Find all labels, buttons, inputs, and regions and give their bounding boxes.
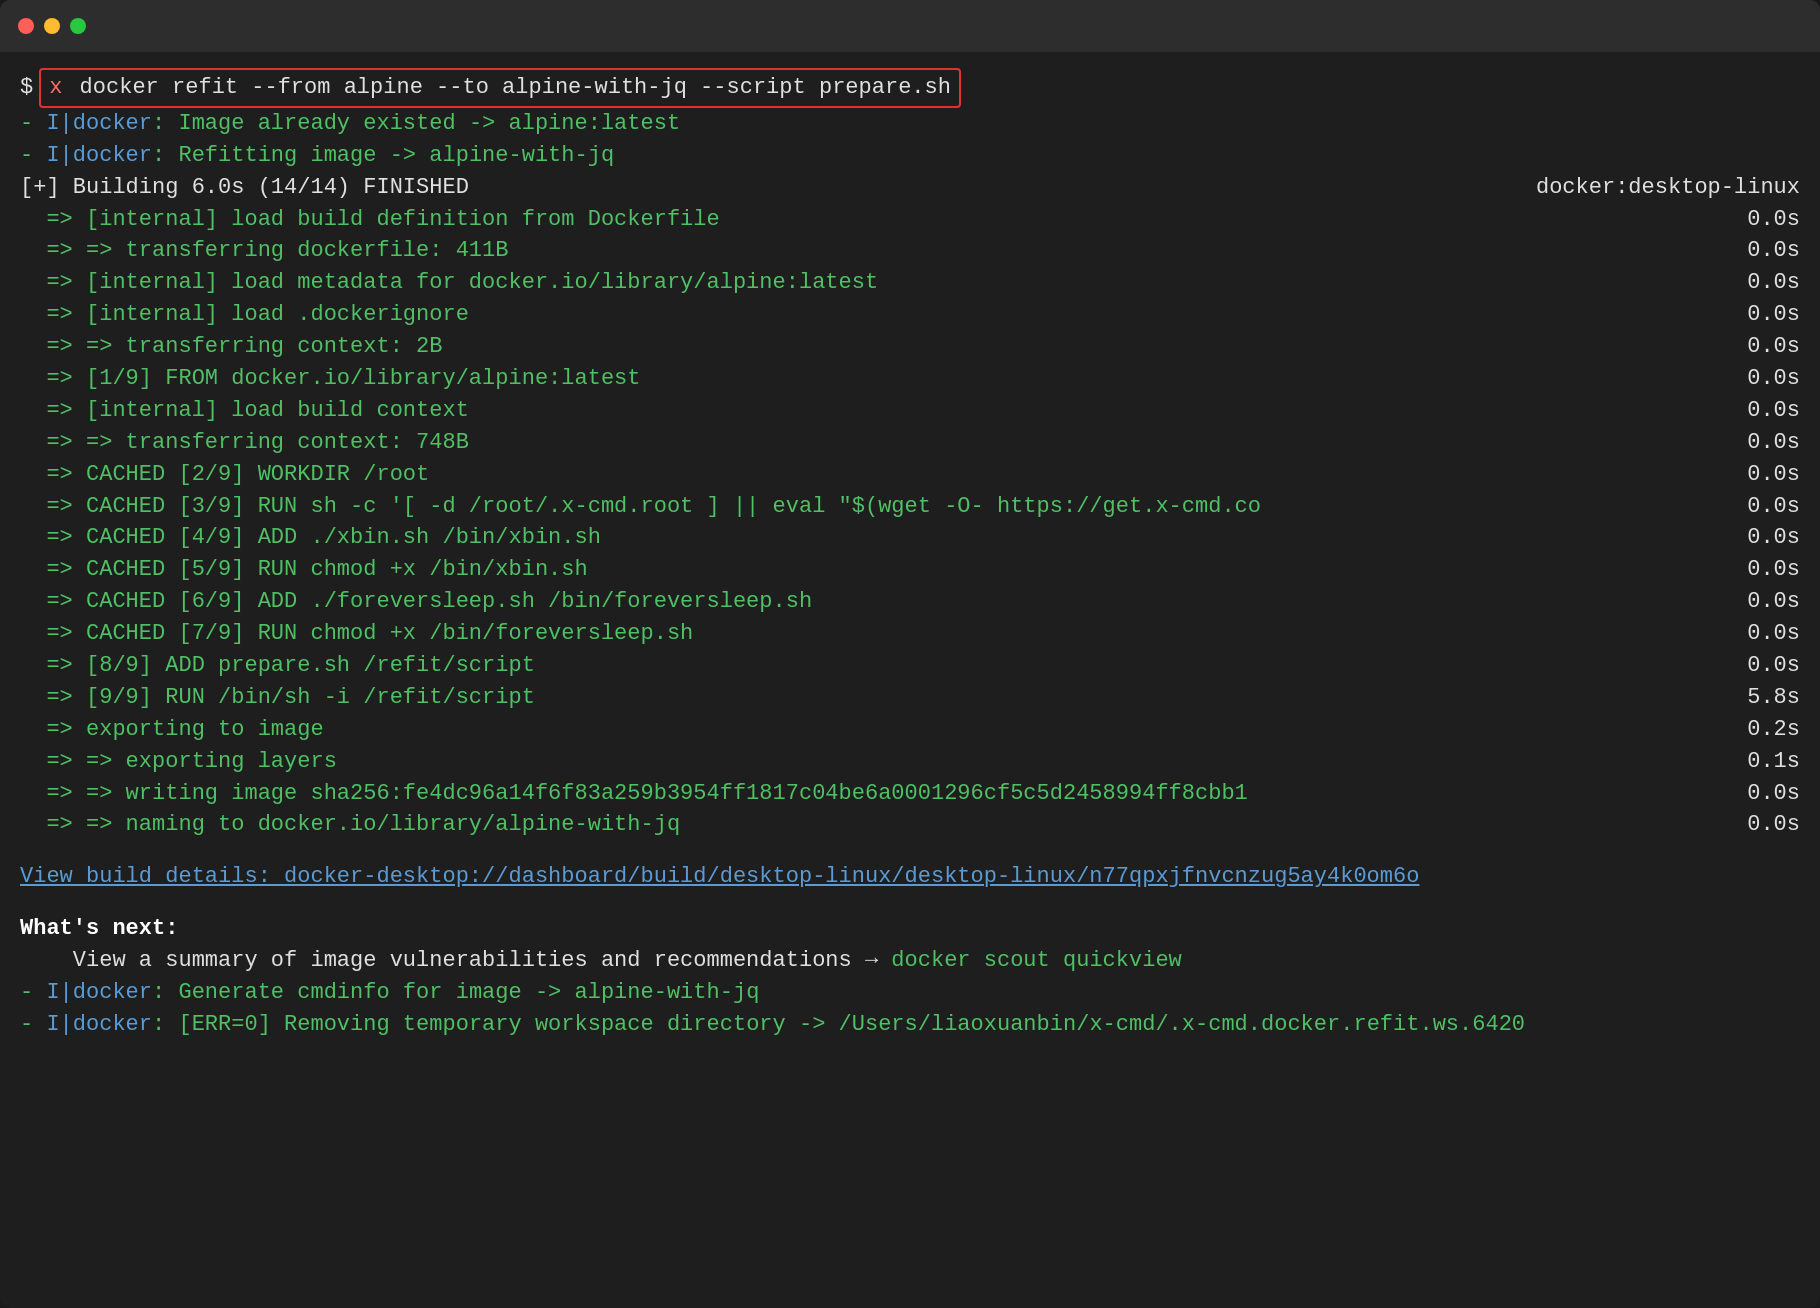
step-time-12: 0.0s <box>1720 554 1800 586</box>
step-time-2: 0.0s <box>1720 235 1800 267</box>
final-line-2: - I|docker: [ERR=0] Removing temporary w… <box>20 1009 1800 1041</box>
step-time-10: 0.0s <box>1720 491 1800 523</box>
minimize-button[interactable] <box>44 18 60 34</box>
step-line-3: => [internal] load metadata for docker.i… <box>20 267 1800 299</box>
info-text-1: - I|docker: Image already existed -> alp… <box>20 108 680 140</box>
step-text-7: => [internal] load build context <box>20 395 469 427</box>
step-time-3: 0.0s <box>1720 267 1800 299</box>
step-text-6: => [1/9] FROM docker.io/library/alpine:l… <box>20 363 641 395</box>
step-line-17: => exporting to image 0.2s <box>20 714 1800 746</box>
step-text-17: => exporting to image <box>20 714 324 746</box>
step-line-8: => => transferring context: 748B 0.0s <box>20 427 1800 459</box>
step-text-14: => CACHED [7/9] RUN chmod +x /bin/foreve… <box>20 618 693 650</box>
maximize-button[interactable] <box>70 18 86 34</box>
step-time-14: 0.0s <box>1720 618 1800 650</box>
step-text-4: => [internal] load .dockerignore <box>20 299 469 331</box>
step-line-13: => CACHED [6/9] ADD ./foreversleep.sh /b… <box>20 586 1800 618</box>
step-line-7: => [internal] load build context 0.0s <box>20 395 1800 427</box>
step-text-13: => CACHED [6/9] ADD ./foreversleep.sh /b… <box>20 586 812 618</box>
traffic-lights <box>18 18 86 34</box>
step-line-16: => [9/9] RUN /bin/sh -i /refit/script 5.… <box>20 682 1800 714</box>
step-text-10: => CACHED [3/9] RUN sh -c '[ -d /root/.x… <box>20 491 1261 523</box>
view-build-line[interactable]: View build details: docker-desktop://das… <box>20 861 1800 893</box>
building-text: [+] Building 6.0s (14/14) FINISHED <box>20 172 469 204</box>
info-text-2: - I|docker: Refitting image -> alpine-wi… <box>20 140 614 172</box>
command-box: x docker refit --from alpine --to alpine… <box>39 68 961 108</box>
step-time-11: 0.0s <box>1720 522 1800 554</box>
title-bar <box>0 0 1820 52</box>
whats-next-header: What's next: <box>20 913 1800 945</box>
step-line-11: => CACHED [4/9] ADD ./xbin.sh /bin/xbin.… <box>20 522 1800 554</box>
step-time-17: 0.2s <box>1720 714 1800 746</box>
step-text-12: => CACHED [5/9] RUN chmod +x /bin/xbin.s… <box>20 554 588 586</box>
building-platform: docker:desktop-linux <box>1536 172 1800 204</box>
step-text-18: => => exporting layers <box>20 746 337 778</box>
step-text-2: => => transferring dockerfile: 411B <box>20 235 508 267</box>
step-text-20: => => naming to docker.io/library/alpine… <box>20 809 680 841</box>
prompt-symbol: $ <box>20 72 33 104</box>
output-line-1: - I|docker: Image already existed -> alp… <box>20 108 1800 140</box>
step-text-5: => => transferring context: 2B <box>20 331 442 363</box>
whats-next-body: View a summary of image vulnerabilities … <box>20 945 1800 977</box>
building-line: [+] Building 6.0s (14/14) FINISHED docke… <box>20 172 1800 204</box>
step-text-8: => => transferring context: 748B <box>20 427 469 459</box>
final-text-1: - I|docker: Generate cmdinfo for image -… <box>20 977 759 1009</box>
step-line-4: => [internal] load .dockerignore 0.0s <box>20 299 1800 331</box>
output-line-2: - I|docker: Refitting image -> alpine-wi… <box>20 140 1800 172</box>
step-text-11: => CACHED [4/9] ADD ./xbin.sh /bin/xbin.… <box>20 522 601 554</box>
close-button[interactable] <box>18 18 34 34</box>
step-time-16: 5.8s <box>1720 682 1800 714</box>
view-build-link[interactable]: View build details: docker-desktop://das… <box>20 861 1419 893</box>
final-line-1: - I|docker: Generate cmdinfo for image -… <box>20 977 1800 1009</box>
step-time-20: 0.0s <box>1720 809 1800 841</box>
step-time-4: 0.0s <box>1720 299 1800 331</box>
step-time-6: 0.0s <box>1720 363 1800 395</box>
step-text-9: => CACHED [2/9] WORKDIR /root <box>20 459 429 491</box>
step-line-19: => => writing image sha256:fe4dc96a14f6f… <box>20 778 1800 810</box>
step-text-19: => => writing image sha256:fe4dc96a14f6f… <box>20 778 1248 810</box>
step-line-2: => => transferring dockerfile: 411B 0.0s <box>20 235 1800 267</box>
step-line-12: => CACHED [5/9] RUN chmod +x /bin/xbin.s… <box>20 554 1800 586</box>
step-text-16: => [9/9] RUN /bin/sh -i /refit/script <box>20 682 535 714</box>
step-time-15: 0.0s <box>1720 650 1800 682</box>
step-time-7: 0.0s <box>1720 395 1800 427</box>
step-time-19: 0.0s <box>1720 778 1800 810</box>
step-text-3: => [internal] load metadata for docker.i… <box>20 267 878 299</box>
step-time-18: 0.1s <box>1720 746 1800 778</box>
step-time-8: 0.0s <box>1720 427 1800 459</box>
step-time-13: 0.0s <box>1720 586 1800 618</box>
docker-scout-cmd: docker scout quickview <box>891 945 1181 977</box>
step-time-9: 0.0s <box>1720 459 1800 491</box>
step-text-1: => [internal] load build definition from… <box>20 204 720 236</box>
step-line-9: => CACHED [2/9] WORKDIR /root 0.0s <box>20 459 1800 491</box>
step-time-1: 0.0s <box>1720 204 1800 236</box>
prompt-line: $ x docker refit --from alpine --to alpi… <box>20 68 1800 108</box>
step-line-5: => => transferring context: 2B 0.0s <box>20 331 1800 363</box>
step-line-6: => [1/9] FROM docker.io/library/alpine:l… <box>20 363 1800 395</box>
step-line-15: => [8/9] ADD prepare.sh /refit/script 0.… <box>20 650 1800 682</box>
whats-next-label: What's next: <box>20 913 178 945</box>
step-line-1: => [internal] load build definition from… <box>20 204 1800 236</box>
step-line-14: => CACHED [7/9] RUN chmod +x /bin/foreve… <box>20 618 1800 650</box>
cmd-x-prefix: x <box>49 72 62 104</box>
step-text-15: => [8/9] ADD prepare.sh /refit/script <box>20 650 535 682</box>
step-line-10: => CACHED [3/9] RUN sh -c '[ -d /root/.x… <box>20 491 1800 523</box>
step-time-5: 0.0s <box>1720 331 1800 363</box>
step-line-20: => => naming to docker.io/library/alpine… <box>20 809 1800 841</box>
step-line-18: => => exporting layers 0.1s <box>20 746 1800 778</box>
terminal-body: $ x docker refit --from alpine --to alpi… <box>0 52 1820 1308</box>
final-text-2: - I|docker: [ERR=0] Removing temporary w… <box>20 1009 1525 1041</box>
whats-next-text: View a summary of image vulnerabilities … <box>20 945 891 977</box>
cmd-main-text: docker refit --from alpine --to alpine-w… <box>66 72 951 104</box>
terminal-window: $ x docker refit --from alpine --to alpi… <box>0 0 1820 1308</box>
